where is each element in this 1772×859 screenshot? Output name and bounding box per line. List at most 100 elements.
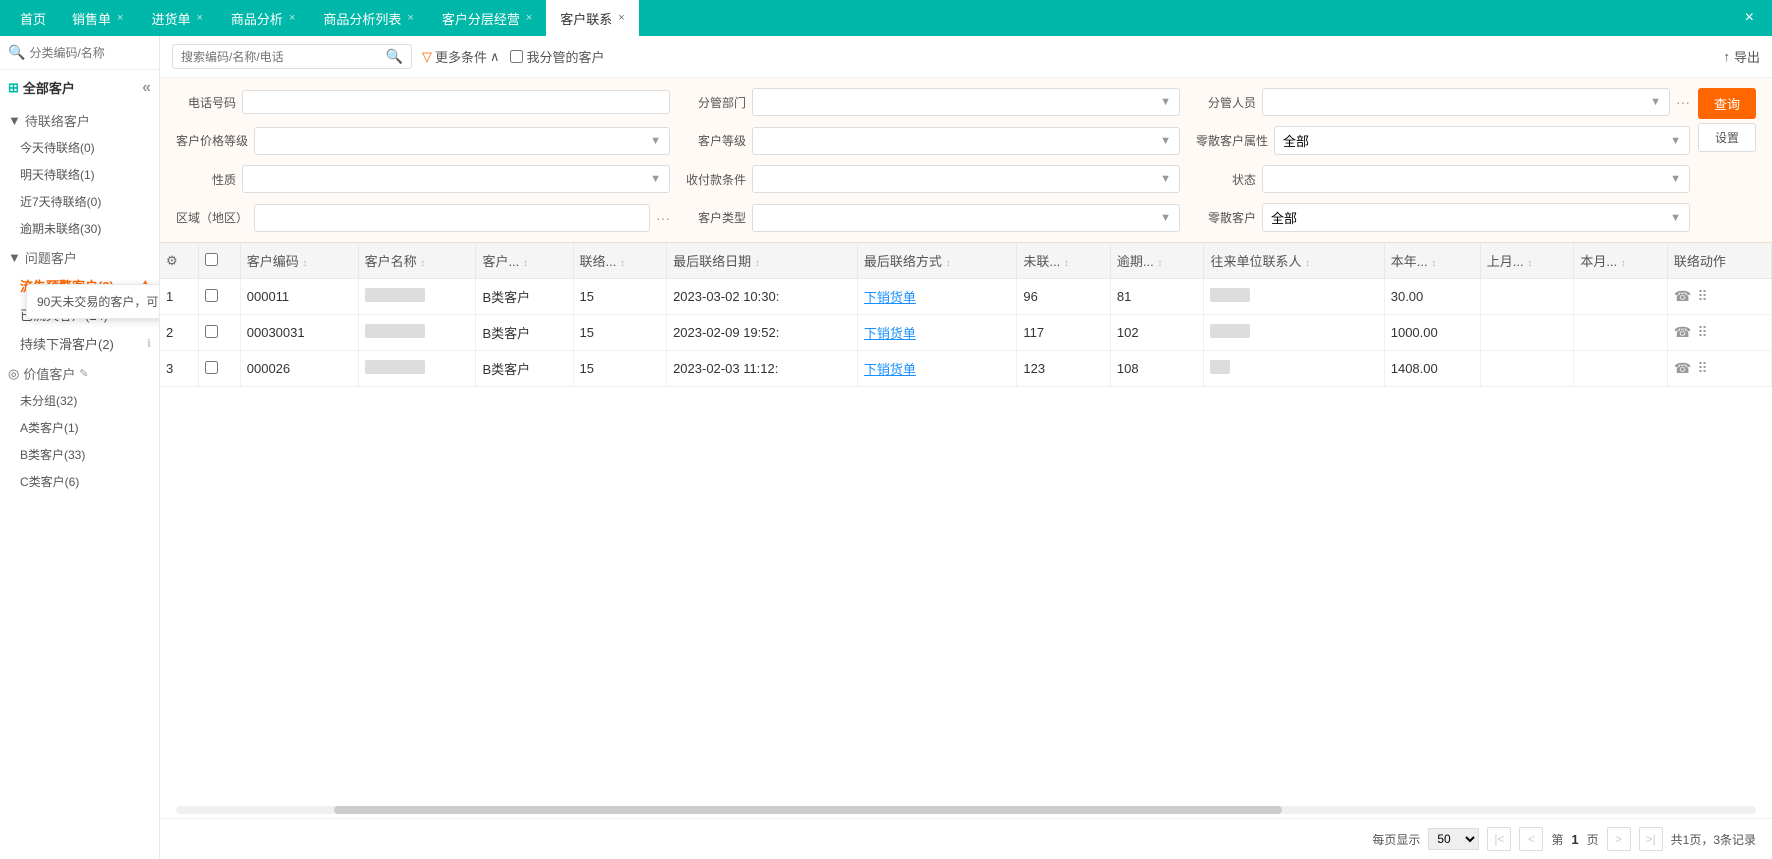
col-contact-count[interactable]: 联络... ↕ [573,243,667,279]
first-page-btn[interactable]: |< [1487,827,1511,851]
prev-page-btn[interactable]: < [1519,827,1543,851]
sidebar-search-input[interactable] [29,46,151,60]
nav-purchase[interactable]: 进货单 × [137,0,216,36]
filter-customer-level-select[interactable]: ▼ [752,127,1180,155]
row3-checkbox[interactable] [205,361,218,374]
close-customer-contact-tab[interactable]: × [618,12,624,24]
sidebar-item-tomorrow[interactable]: 明天待联络(1) [0,161,159,188]
sidebar-root[interactable]: ⊞ 全部客户 « [0,70,159,105]
filter-scattered-attr-select[interactable]: 全部▼ [1274,126,1690,155]
sidebar-collapse-btn[interactable]: « [142,79,151,97]
sidebar-item-a-class[interactable]: A类客户(1) [0,414,159,441]
col-last-month[interactable]: 上月... ↕ [1480,243,1574,279]
close-all-btn[interactable]: × [1735,9,1764,27]
col-overdue[interactable]: 逾期... ↕ [1110,243,1204,279]
table-settings-icon[interactable]: ⚙ [166,253,178,268]
close-product-analysis-tab[interactable]: × [289,12,295,24]
filter-person-more[interactable]: ··· [1676,94,1690,110]
row1-more-icon[interactable]: ⠿ [1697,288,1707,305]
row1-uncontacted: 96 [1017,279,1111,315]
nav-sales[interactable]: 销售单 × [58,0,137,36]
sidebar-group-problem[interactable]: ▼ 问题客户 [0,242,159,271]
close-sales-tab[interactable]: × [117,12,123,24]
col-type[interactable]: 客户... ↕ [476,243,573,279]
filter-nature-select[interactable]: ▼ [242,165,670,193]
settings-button[interactable]: 设置 [1698,123,1756,152]
col-name[interactable]: 客户名称 ↕ [358,243,476,279]
row2-method-link[interactable]: 下销货单 [864,326,916,341]
filter-price-level-select[interactable]: ▼ [254,127,670,155]
col-this-month[interactable]: 本月... ↕ [1574,243,1668,279]
row2-checkbox[interactable] [205,325,218,338]
close-customer-tier-tab[interactable]: × [526,12,532,24]
col-unit-contact[interactable]: 往来单位联系人 ↕ [1204,243,1384,279]
sidebar-item-declining[interactable]: 持续下滑客户(2) ℹ [0,329,159,358]
dept-chevron-icon: ▼ [1160,96,1171,108]
sidebar-group-value[interactable]: ◎ 价值客户 ✎ [0,358,159,387]
customer-type-chevron-icon: ▼ [1160,212,1171,224]
row2-type: B类客户 [476,315,573,351]
row1-unit-contact [1204,279,1384,315]
sidebar-item-b-class[interactable]: B类客户(33) [0,441,159,468]
filter-payment-select[interactable]: ▼ [752,165,1180,193]
row1-method-link[interactable]: 下销货单 [864,290,916,305]
scrollbar-thumb[interactable] [334,806,1282,814]
row3-contact-icon[interactable]: ☎ [1674,360,1691,377]
sidebar-group-pending[interactable]: ▼ 待联络客户 [0,105,159,134]
filter-phone-input[interactable] [242,90,670,114]
last-page-btn[interactable]: >| [1639,827,1663,851]
query-button[interactable]: 查询 [1698,88,1756,119]
search-input[interactable] [181,50,386,64]
horizontal-scrollbar[interactable] [160,802,1772,818]
next-page-btn[interactable]: > [1607,827,1631,851]
my-customers-checkbox[interactable]: 我分管的客户 [510,47,605,66]
row3-overdue: 108 [1110,351,1204,387]
sidebar-item-ungrouped[interactable]: 未分组(32) [0,387,159,414]
pending-arrow-icon: ▼ [8,113,21,128]
select-all-checkbox[interactable] [205,253,218,266]
table-row: 2 00030031 B类客户 15 2023-02-09 19:52: 下销货… [160,315,1772,351]
row1-contact-icon[interactable]: ☎ [1674,288,1691,305]
nav-customer-contact[interactable]: 客户联系 × [546,0,638,36]
my-customers-check[interactable] [510,50,523,63]
filter-scattered-customer-select[interactable]: 全部▼ [1262,203,1690,232]
filter-status-select[interactable]: ▼ [1262,165,1690,193]
col-last-method[interactable]: 最后联络方式 ↕ [857,243,1016,279]
row3-method-link[interactable]: 下销货单 [864,362,916,377]
col-uncontacted[interactable]: 未联... ↕ [1017,243,1111,279]
more-conditions-btn[interactable]: ▽ 更多条件 ∧ [422,47,500,66]
row3-more-icon[interactable]: ⠿ [1697,360,1707,377]
export-btn[interactable]: ↑ 导出 [1723,47,1760,66]
row2-unit-contact-blur [1210,324,1250,338]
this-year-sort-icon: ↕ [1431,258,1436,269]
row1-checkbox[interactable] [205,289,218,302]
search-submit-icon[interactable]: 🔍 [386,48,403,65]
nav-product-analysis-list[interactable]: 商品分析列表 × [309,0,427,36]
sidebar-item-today[interactable]: 今天待联络(0) [0,134,159,161]
unit-contact-sort-icon: ↕ [1305,258,1310,269]
close-product-list-tab[interactable]: × [407,12,413,24]
col-last-date[interactable]: 最后联络日期 ↕ [667,243,858,279]
nav-product-analysis[interactable]: 商品分析 × [217,0,309,36]
row2-name-blur [365,324,425,338]
total-info: 共1页，3条记录 [1671,831,1756,848]
filter-dept-select[interactable]: ▼ [752,88,1180,116]
sidebar-item-7days[interactable]: 近7天待联络(0) [0,188,159,215]
row2-contact-icon[interactable]: ☎ [1674,324,1691,341]
row2-actions: ☎ ⠿ [1667,315,1771,351]
sidebar-item-c-class[interactable]: C类客户(6) [0,468,159,495]
col-code[interactable]: 客户编码 ↕ [240,243,358,279]
per-page-select[interactable]: 50 20 100 [1428,828,1479,850]
filter-customer-type-select[interactable]: ▼ [752,204,1180,232]
nav-home[interactable]: 首页 [8,0,58,36]
close-purchase-tab[interactable]: × [196,12,202,24]
row2-overdue: 102 [1110,315,1204,351]
filter-region-more[interactable]: ··· [656,210,670,226]
col-this-year[interactable]: 本年... ↕ [1384,243,1480,279]
nav-customer-tier[interactable]: 客户分层经营 × [428,0,546,36]
row2-more-icon[interactable]: ⠿ [1697,324,1707,341]
filter-person-select[interactable]: ▼ [1262,88,1670,116]
sidebar-item-overdue[interactable]: 逾期未联络(30) [0,215,159,242]
row1-last-date: 2023-03-02 10:30: [667,279,858,315]
filter-region-select[interactable] [254,204,650,232]
